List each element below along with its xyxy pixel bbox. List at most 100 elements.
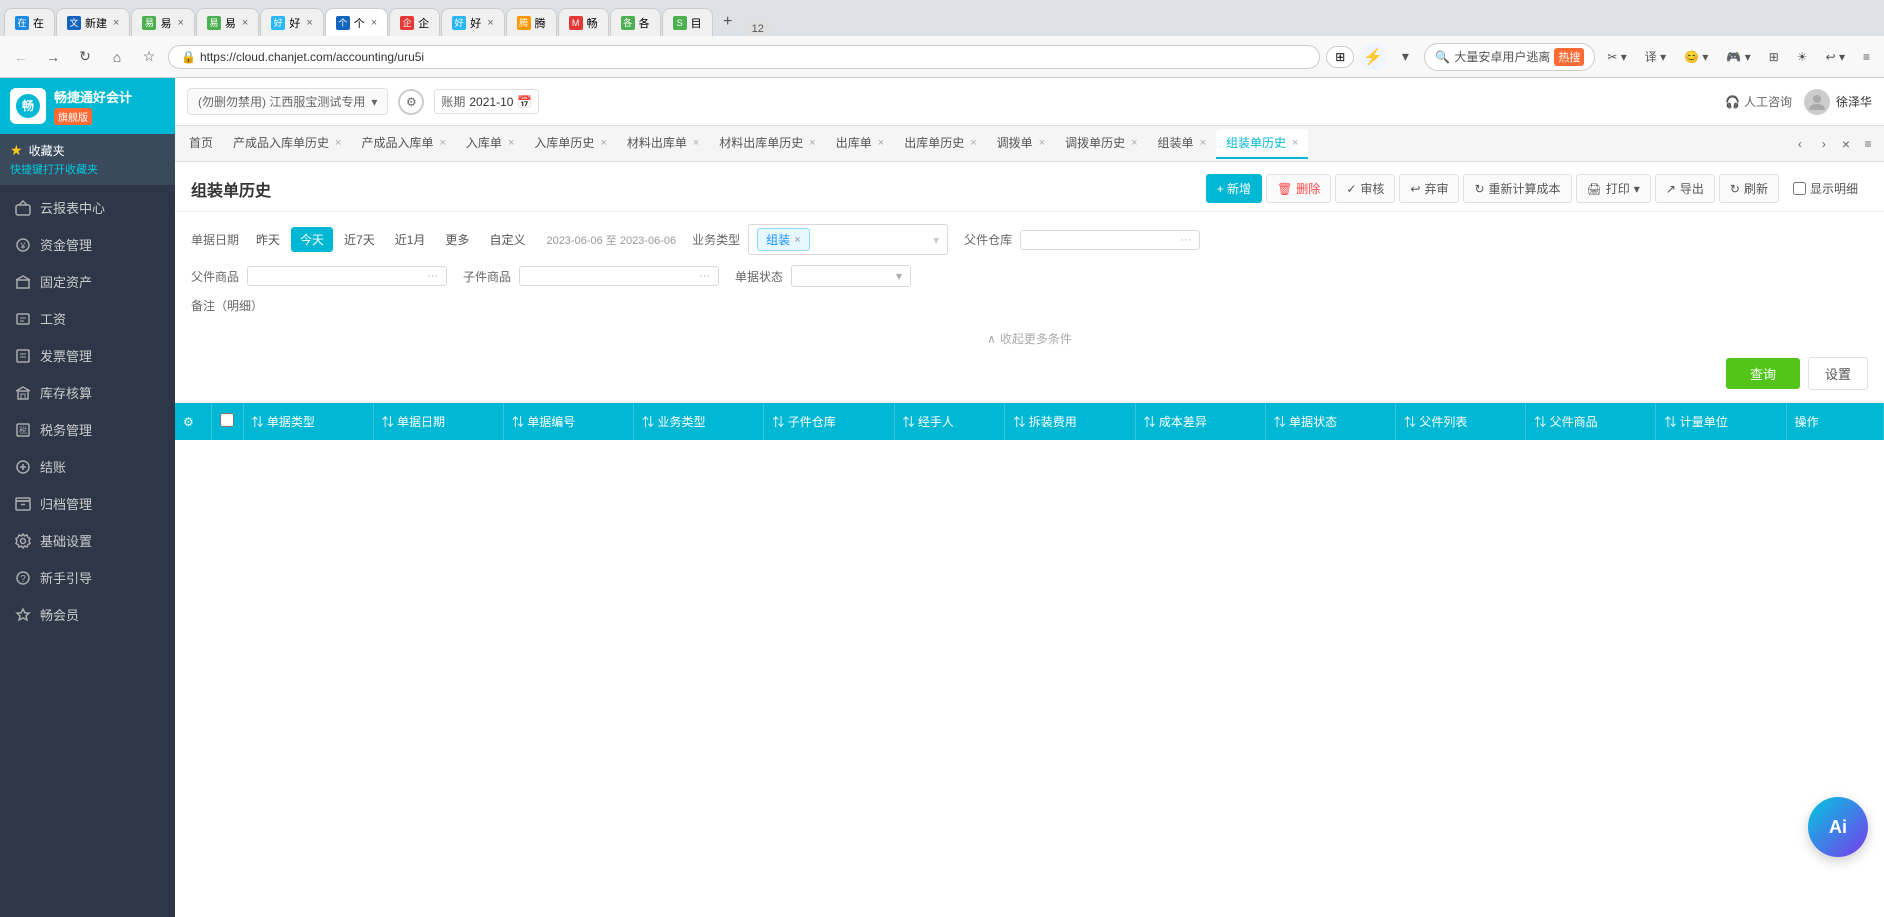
brightness-button[interactable]: ☀ [1791,47,1814,67]
th-checkbox[interactable] [211,403,243,440]
add-button[interactable]: + 新增 [1206,174,1262,203]
tab-adjust-history[interactable]: 调拨单历史 × [1055,129,1147,159]
parent-warehouse-more[interactable]: ··· [1180,234,1191,246]
tab-close-active[interactable]: × [371,17,377,29]
filter-settings-button[interactable]: 设置 [1808,357,1868,390]
user-info[interactable]: 徐泽华 [1804,89,1872,115]
sidebar-item-salary[interactable]: 工资 [0,300,175,337]
sub-item-more[interactable]: ··· [699,270,710,282]
th-disassemble-cost[interactable]: ⇅ 拆装费用 [1005,403,1135,440]
browser-tab-1[interactable]: 在 在 [4,8,55,36]
sidebar-item-invoice[interactable]: 发票管理 [0,337,175,374]
print-button[interactable]: 🖨 打印 ▾ [1576,174,1651,203]
th-cost-diff[interactable]: ⇅ 成本差异 [1135,403,1265,440]
new-tab-button[interactable]: + [714,8,742,36]
tab-assemble-close[interactable]: × [1200,137,1206,149]
dropdown-button[interactable]: ▾ [1392,44,1418,70]
tab-close-4[interactable]: × [242,17,248,29]
period-selector[interactable]: 账期 2021-10 📅 [434,89,539,114]
sidebar-item-settings[interactable]: 基础设置 [0,522,175,559]
date-btn-yesterday[interactable]: 昨天 [247,227,289,252]
cut-button[interactable]: ✂ ▾ [1601,47,1632,67]
business-type-input[interactable]: 组装 × ▾ [748,224,948,255]
bookmark-button[interactable]: ☆ [136,44,162,70]
export-button[interactable]: ↗ 导出 [1655,174,1715,203]
browser-tab-4[interactable]: 易 易 × [196,8,259,36]
sidebar-item-archive[interactable]: 归档管理 [0,485,175,522]
show-detail-checkbox[interactable]: 显示明细 [1783,175,1868,202]
consult-button[interactable]: 🎧 人工咨询 [1725,93,1792,110]
tab-out-history-close[interactable]: × [970,137,976,149]
grid-button[interactable]: ⊞ [1763,47,1785,67]
refresh-button[interactable]: ↻ [72,44,98,70]
browser-tab-10[interactable]: M 畅 [558,8,609,36]
browser-tab-8[interactable]: 好 好 × [441,8,504,36]
th-unit[interactable]: ⇅ 计量单位 [1656,403,1786,440]
tab-produce-in-close[interactable]: × [439,137,445,149]
sidebar-item-fixed-assets[interactable]: 固定资产 [0,263,175,300]
tab-close-current[interactable]: × [1836,136,1856,152]
tab-close-3[interactable]: × [177,17,183,29]
address-bar[interactable]: 🔒 https://cloud.chanjet.com/accounting/u… [168,45,1320,69]
back-button[interactable]: ← [8,44,34,70]
tab-out-order-close[interactable]: × [878,137,884,149]
date-btn-last7[interactable]: 近7天 [335,227,384,252]
tab-close-2[interactable]: × [113,17,119,29]
tab-adjust[interactable]: 调拨单 × [987,129,1055,159]
parent-item-more[interactable]: ··· [427,270,438,282]
emoji-button[interactable]: 😊 ▾ [1678,47,1714,67]
browser-search[interactable]: 🔍 大量安卓用户逃离 热搜 [1424,43,1595,71]
th-business-type[interactable]: ⇅ 业务类型 [634,403,764,440]
delete-button[interactable]: 🗑 删除 [1266,174,1331,203]
query-button[interactable]: 查询 [1726,358,1800,389]
tab-material-out-close[interactable]: × [693,137,699,149]
undo-button[interactable]: ↩ ▾ [1820,47,1851,67]
tab-adjust-history-close[interactable]: × [1131,137,1137,149]
date-btn-last-month[interactable]: 近1月 [386,227,435,252]
tab-assemble-history[interactable]: 组装单历史 × [1216,129,1308,159]
sidebar-item-fund[interactable]: ¥ 资金管理 [0,226,175,263]
apps-button[interactable]: ⊞ [1326,46,1354,68]
tab-adjust-close[interactable]: × [1039,137,1045,149]
tab-arrow-left[interactable]: ‹ [1788,132,1812,156]
tab-produce-in-history-close[interactable]: × [335,137,341,149]
business-type-tag-remove[interactable]: × [794,234,800,246]
th-order-type[interactable]: ⇅ 单据类型 [243,403,373,440]
tab-out-order[interactable]: 出库单 × [826,129,894,159]
order-status-select[interactable]: ▾ [791,265,911,287]
translate-button[interactable]: 译 ▾ [1639,45,1672,68]
browser-tab-active[interactable]: 个 个 × [325,8,388,36]
tab-in-history[interactable]: 入库单历史 × [524,129,616,159]
ai-button[interactable]: Ai [1808,797,1868,857]
th-order-no[interactable]: ⇅ 单据编号 [503,403,633,440]
sidebar-item-member[interactable]: 畅会员 [0,596,175,633]
tab-material-out-history-close[interactable]: × [809,137,815,149]
forward-button[interactable]: → [40,44,66,70]
th-parent-list[interactable]: ⇅ 父件列表 [1396,403,1526,440]
tab-assemble-history-close[interactable]: × [1292,137,1298,149]
abandon-button[interactable]: ↩ 弃审 [1399,174,1459,203]
parent-item-input[interactable]: ··· [247,266,447,286]
tab-menu-button[interactable]: ≡ [1856,132,1880,156]
tab-close-8[interactable]: × [487,17,493,29]
date-btn-today[interactable]: 今天 [291,227,333,252]
favorites-section[interactable]: ★ 收藏夹 [10,142,165,159]
date-btn-custom[interactable]: 自定义 [480,227,534,252]
browser-tab-2[interactable]: 文 新建 × [56,8,130,36]
tab-in-history-close[interactable]: × [600,137,606,149]
menu-button[interactable]: ≡ [1857,47,1876,67]
collapse-button[interactable]: ∧ 收起更多条件 [191,324,1868,353]
refresh-page-button[interactable]: ↻ 刷新 [1719,174,1779,203]
audit-button[interactable]: ✓ 审核 [1335,174,1395,203]
sub-item-input[interactable]: ··· [519,266,719,286]
tab-in-order[interactable]: 入库单 × [456,129,524,159]
tab-assemble[interactable]: 组装单 × [1148,129,1216,159]
tab-produce-in-history[interactable]: 产成品入库单历史 × [223,129,351,159]
sidebar-item-stock[interactable]: 库存核算 [0,374,175,411]
sidebar-item-cloud-report[interactable]: 云报表中心 [0,189,175,226]
settings-gear-button[interactable]: ⚙ [398,89,424,115]
browser-tab-12[interactable]: S 目 [662,8,713,36]
th-parent-item[interactable]: ⇅ 父件商品 [1526,403,1656,440]
browser-tab-5[interactable]: 好 好 × [260,8,323,36]
sidebar-item-guide[interactable]: ? 新手引导 [0,559,175,596]
